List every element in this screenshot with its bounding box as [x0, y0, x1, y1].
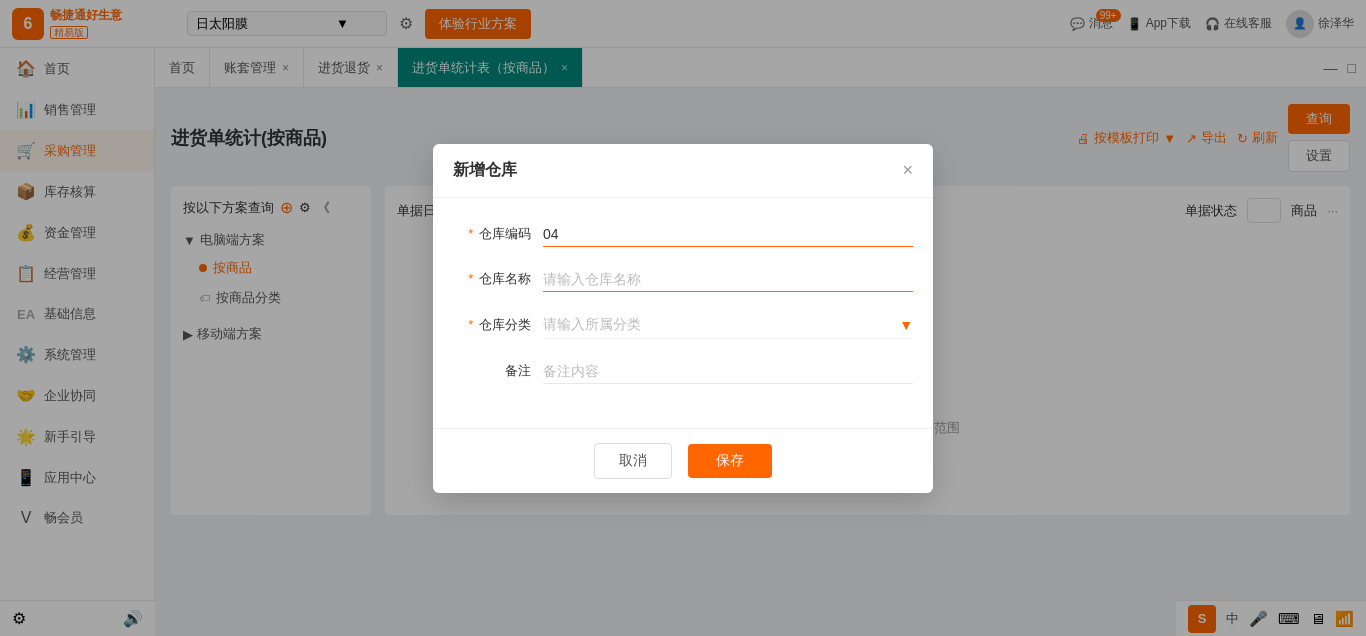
form-row-code: * 仓库编码	[453, 222, 913, 247]
code-label: * 仓库编码	[453, 225, 543, 243]
notes-input[interactable]	[543, 359, 913, 384]
code-input[interactable]	[543, 222, 913, 247]
form-row-notes: 备注	[453, 359, 913, 384]
modal-title: 新增仓库	[453, 160, 517, 181]
modal-overlay: 新增仓库 × * 仓库编码 * 仓库名称	[0, 0, 1366, 636]
category-label: * 仓库分类	[453, 316, 543, 334]
modal-body: * 仓库编码 * 仓库名称 * 仓库分类 请输入所属	[433, 198, 933, 428]
form-row-category: * 仓库分类 请输入所属分类 ▼	[453, 312, 913, 339]
chevron-down-icon: ▼	[899, 317, 913, 333]
modal-footer: 取消 保存	[433, 428, 933, 493]
cancel-button[interactable]: 取消	[594, 443, 672, 479]
add-warehouse-modal: 新增仓库 × * 仓库编码 * 仓库名称	[433, 144, 933, 493]
modal-close-button[interactable]: ×	[902, 160, 913, 181]
form-row-name: * 仓库名称	[453, 267, 913, 292]
modal-header: 新增仓库 ×	[433, 144, 933, 198]
save-button[interactable]: 保存	[688, 444, 772, 478]
notes-label: 备注	[453, 362, 543, 380]
name-input[interactable]	[543, 267, 913, 292]
name-label: * 仓库名称	[453, 270, 543, 288]
category-select[interactable]: 请输入所属分类 ▼	[543, 312, 913, 339]
